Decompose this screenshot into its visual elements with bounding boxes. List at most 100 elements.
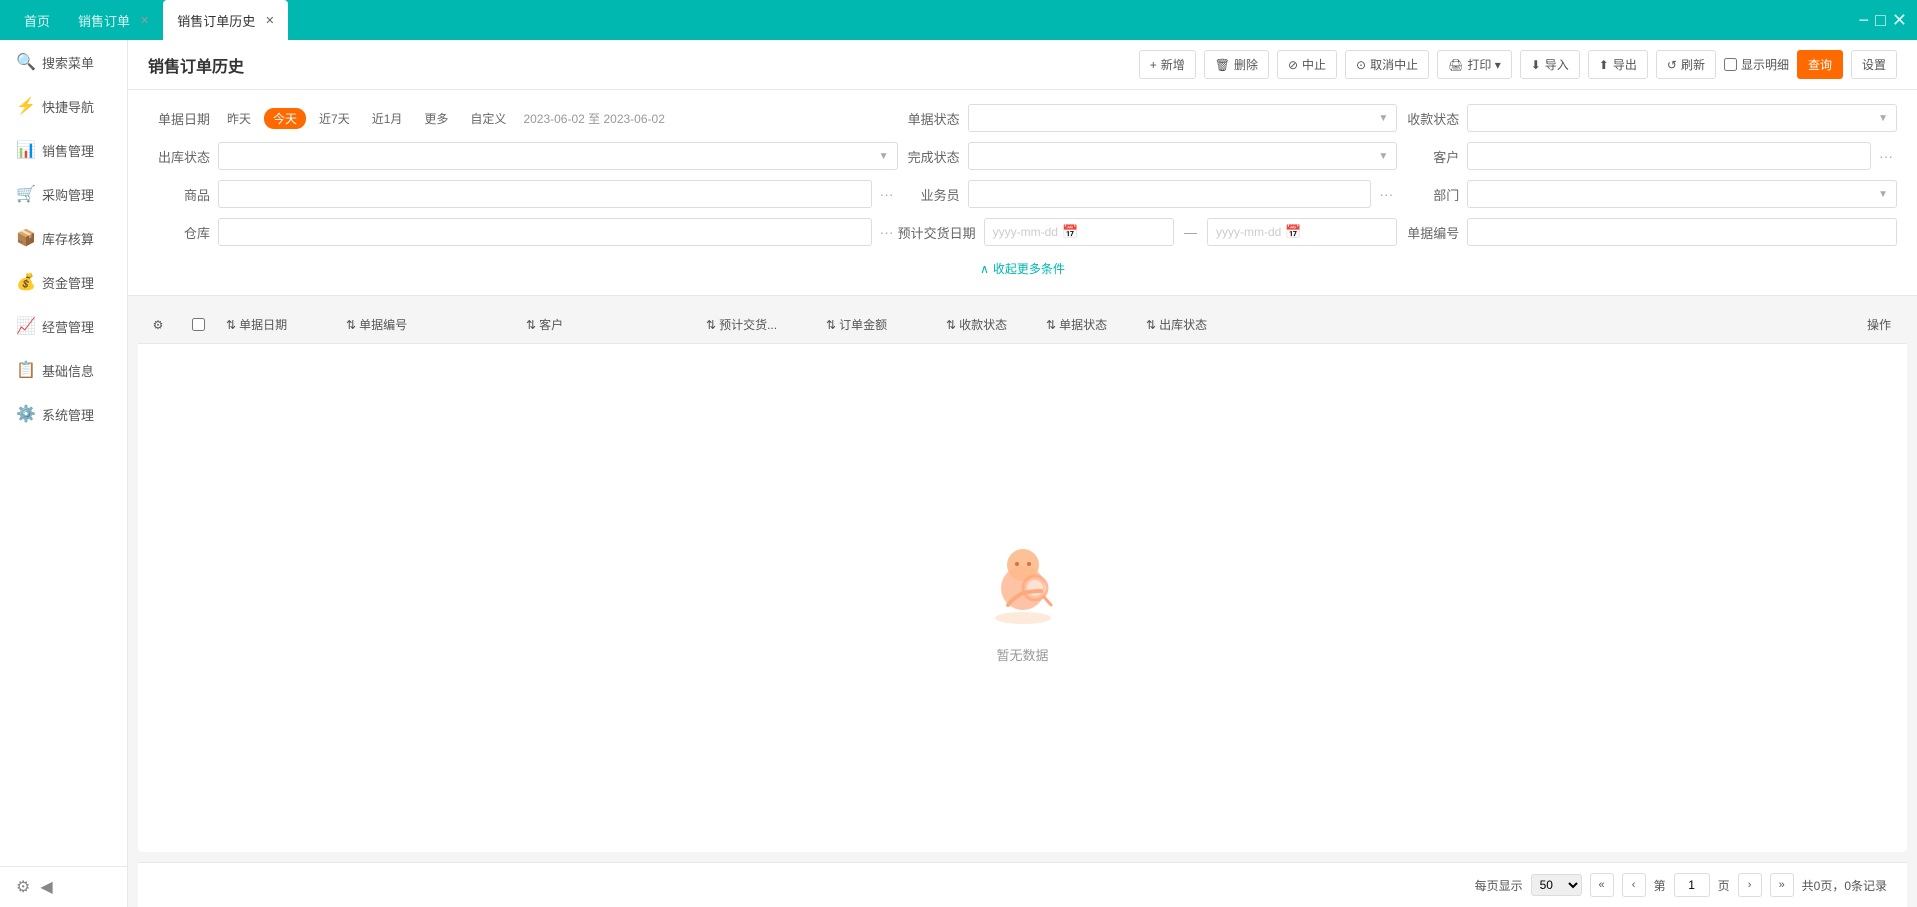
filter-row-3: 商品 ··· 业务员 ··· 部门 xyxy=(148,180,1897,208)
th-receipt-status[interactable]: ⇅ 收款状态 xyxy=(938,306,1038,343)
refresh-button[interactable]: ↺ 刷新 xyxy=(1656,50,1716,79)
sidebar-item-purchase-mgmt[interactable]: 🛒 采购管理 xyxy=(0,172,127,216)
warehouse-ellipsis[interactable]: ··· xyxy=(876,224,898,240)
page-title: 销售订单历史 xyxy=(148,53,244,77)
filter-order-status: 单据状态 ▼ xyxy=(898,104,1398,132)
page-size-select[interactable]: 50 10 20 100 xyxy=(1531,874,1582,896)
first-page-button[interactable]: « xyxy=(1590,873,1614,897)
sidebar-item-sales-mgmt[interactable]: 📊 销售管理 xyxy=(0,128,127,172)
th-order-status[interactable]: ⇅ 单据状态 xyxy=(1038,306,1138,343)
delivery-date-control: yyyy-mm-dd 📅 — yyyy-mm-dd 📅 xyxy=(984,218,1398,246)
complete-status-select[interactable]: ▼ xyxy=(968,142,1398,170)
layout: 🔍 搜索菜单 ⚡ 快捷导航 📊 销售管理 🛒 采购管理 📦 库存核算 💰 资金管… xyxy=(0,40,1917,907)
goods-input[interactable] xyxy=(218,180,872,208)
sidebar-item-search-menu[interactable]: 🔍 搜索菜单 xyxy=(0,40,127,84)
close-button[interactable]: ✕ xyxy=(1892,10,1907,31)
filter-warehouse: 仓库 ··· xyxy=(148,218,898,246)
show-details-label[interactable]: 显示明细 xyxy=(1724,56,1789,73)
goods-ellipsis[interactable]: ··· xyxy=(876,186,898,202)
date-tag-last1month[interactable]: 近1月 xyxy=(363,108,412,129)
print-button[interactable]: 🖨 打印 ▾ xyxy=(1437,50,1512,79)
date-tag-last7[interactable]: 近7天 xyxy=(310,108,359,129)
ship-status-label: 出库状态 xyxy=(148,147,218,166)
page-number-input[interactable] xyxy=(1674,873,1710,897)
cancel-stop-button[interactable]: ⊙ 取消中止 xyxy=(1345,50,1429,79)
th-amount[interactable]: ⇅ 订单金额 xyxy=(818,306,938,343)
sidebar-bottom: ⚙ ◀ xyxy=(0,866,127,907)
delivery-date-label: 预计交货日期 xyxy=(898,223,984,242)
settings-button[interactable]: 设置 xyxy=(1851,50,1897,79)
sidebar-item-operation-mgmt[interactable]: 📈 经营管理 xyxy=(0,304,127,348)
th-delivery[interactable]: ⇅ 预计交货... xyxy=(698,306,818,343)
collapse-button[interactable]: ∧ 收起更多条件 xyxy=(148,256,1897,281)
date-tag-today[interactable]: 今天 xyxy=(264,108,306,129)
main-content: 销售订单历史 + 新增 🗑 删除 ⊘ 中止 ⊙ 取消中止 xyxy=(128,40,1917,907)
sidebar-item-system-mgmt[interactable]: ⚙️ 系统管理 xyxy=(0,392,127,436)
th-date[interactable]: ⇅ 单据日期 xyxy=(218,306,338,343)
th-order-no[interactable]: ⇅ 单据编号 xyxy=(338,306,518,343)
sidebar-item-quick-nav[interactable]: ⚡ 快捷导航 xyxy=(0,84,127,128)
th-ship-status[interactable]: ⇅ 出库状态 xyxy=(1138,306,1258,343)
delete-button[interactable]: 🗑 删除 xyxy=(1204,50,1269,79)
sort-delivery-icon: ⇅ xyxy=(706,318,716,332)
filter-row-2: 出库状态 ▼ 完成状态 ▼ xyxy=(148,142,1897,170)
cancel-stop-icon: ⊙ xyxy=(1356,58,1366,72)
goods-control: ··· xyxy=(218,180,898,208)
sidebar-collapse-icon[interactable]: ◀ xyxy=(40,877,52,897)
customer-input[interactable] xyxy=(1467,142,1871,170)
maximize-button[interactable]: □ xyxy=(1875,10,1886,31)
order-status-arrow: ▼ xyxy=(1378,113,1388,124)
department-control: ▼ xyxy=(1467,180,1897,208)
next-page-button[interactable]: › xyxy=(1738,873,1762,897)
salesperson-input[interactable] xyxy=(968,180,1372,208)
sidebar-item-label: 库存核算 xyxy=(42,229,94,248)
table-area: ⚙ ⇅ 单据日期 ⇅ 单据编号 ⇅ 客户 ⇅ xyxy=(138,306,1907,852)
tab-sales-order-close[interactable]: ✕ xyxy=(140,14,149,27)
stop-button[interactable]: ⊘ 中止 xyxy=(1277,50,1337,79)
date-tag-more[interactable]: 更多 xyxy=(415,108,457,129)
empty-text: 暂无数据 xyxy=(996,645,1048,664)
last-page-button[interactable]: » xyxy=(1770,873,1794,897)
salesperson-ellipsis[interactable]: ··· xyxy=(1375,186,1397,202)
select-all-checkbox[interactable] xyxy=(192,318,205,331)
sidebar-item-inventory-calc[interactable]: 📦 库存核算 xyxy=(0,216,127,260)
sidebar-item-basic-info[interactable]: 📋 基础信息 xyxy=(0,348,127,392)
delivery-date-start[interactable]: yyyy-mm-dd 📅 xyxy=(984,218,1174,246)
capital-mgmt-icon: 💰 xyxy=(16,272,34,292)
show-details-checkbox[interactable] xyxy=(1724,58,1737,71)
minimize-button[interactable]: − xyxy=(1859,10,1870,31)
tab-sales-order[interactable]: 销售订单 ✕ xyxy=(64,0,163,40)
ship-status-select[interactable]: ▼ xyxy=(218,142,898,170)
tab-sales-order-history[interactable]: 销售订单历史 ✕ xyxy=(163,0,288,40)
th-customer[interactable]: ⇅ 客户 xyxy=(518,306,698,343)
sidebar-item-label: 资金管理 xyxy=(42,273,94,292)
th-settings[interactable]: ⚙ xyxy=(138,308,178,342)
tab-home[interactable]: 首页 xyxy=(10,0,64,40)
receipt-status-select[interactable]: ▼ xyxy=(1467,104,1897,132)
date-tag-yesterday[interactable]: 昨天 xyxy=(218,108,260,129)
new-button[interactable]: + 新增 xyxy=(1139,50,1196,79)
sidebar-item-label: 采购管理 xyxy=(42,185,94,204)
tab-sales-order-history-close[interactable]: ✕ xyxy=(265,14,274,27)
department-select[interactable]: ▼ xyxy=(1467,180,1897,208)
date-tag-custom[interactable]: 自定义 xyxy=(461,108,515,129)
customer-ellipsis[interactable]: ··· xyxy=(1875,148,1897,164)
delivery-date-end[interactable]: yyyy-mm-dd 📅 xyxy=(1207,218,1397,246)
query-button[interactable]: 查询 xyxy=(1797,50,1843,79)
collapse-label: 收起更多条件 xyxy=(993,260,1065,277)
total-records-label: 共0页，0条记录 xyxy=(1802,877,1887,894)
export-button[interactable]: ⬆ 导出 xyxy=(1588,50,1648,79)
sidebar-settings-icon[interactable]: ⚙ xyxy=(16,877,30,897)
filter-area: 单据日期 昨天 今天 近7天 近1月 更多 自定义 2023-06-02 至 2… xyxy=(128,90,1917,296)
order-status-select[interactable]: ▼ xyxy=(968,104,1398,132)
warehouse-control: ··· xyxy=(218,218,898,246)
order-no-input[interactable] xyxy=(1467,218,1897,246)
top-bar: 首页 销售订单 ✕ 销售订单历史 ✕ − □ ✕ xyxy=(0,0,1917,40)
sidebar-item-capital-mgmt[interactable]: 💰 资金管理 xyxy=(0,260,127,304)
import-button[interactable]: ⬇ 导入 xyxy=(1520,50,1580,79)
sidebar-item-label: 系统管理 xyxy=(42,405,94,424)
prev-page-button[interactable]: ‹ xyxy=(1622,873,1646,897)
th-checkbox[interactable] xyxy=(178,308,218,341)
quick-nav-icon: ⚡ xyxy=(16,96,34,116)
warehouse-input[interactable] xyxy=(218,218,872,246)
